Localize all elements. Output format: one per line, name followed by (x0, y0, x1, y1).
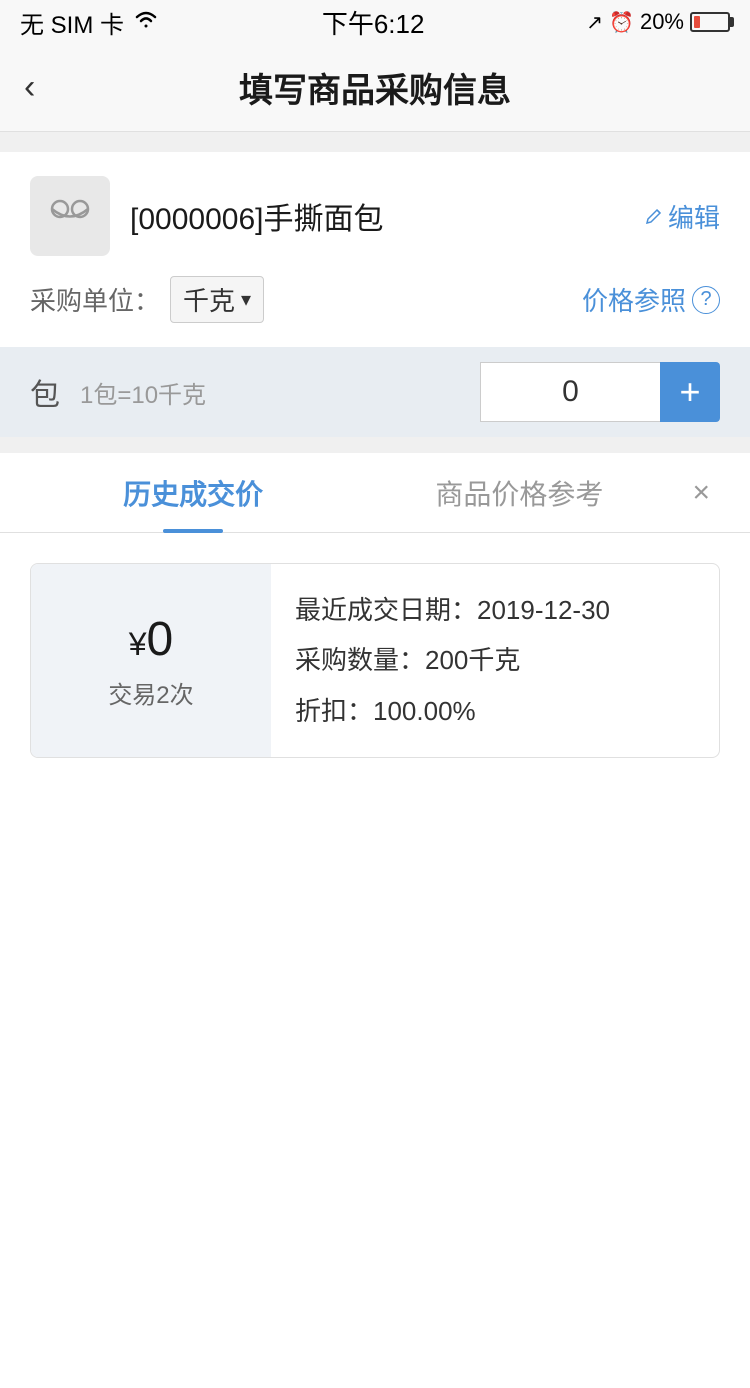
quantity-row: 包 1包=10千克 + (0, 347, 750, 437)
status-left: 无 SIM 卡 (20, 5, 160, 40)
signal-text: 无 SIM 卡 (20, 5, 124, 40)
unit-value: 千克 (183, 281, 235, 318)
discount-value: 100.00% (373, 696, 476, 726)
location-icon: ↗ (586, 10, 603, 35)
history-price: ¥0 (129, 612, 174, 667)
recent-date-label: 最近成交日期： (295, 595, 477, 625)
history-card: ¥0 交易2次 最近成交日期：2019-12-30 采购数量：200千克 折扣：… (30, 563, 720, 758)
tab-product-price-ref[interactable]: 商品价格参考 (356, 453, 682, 533)
edit-button[interactable]: 编辑 (644, 198, 720, 235)
price-ref-label: 价格参照 (582, 281, 686, 318)
tab-price-ref-label: 商品价格参考 (435, 473, 603, 513)
battery-percent: 20% (640, 9, 684, 35)
product-info-row: [0000006]手撕面包 (30, 176, 383, 256)
status-time: 下午6:12 (322, 4, 425, 41)
purchase-quantity-row: 采购数量：200千克 (295, 642, 695, 678)
price-symbol: ¥ (129, 626, 147, 662)
tab-close-button[interactable]: × (682, 476, 720, 510)
tab-content: ¥0 交易2次 最近成交日期：2019-12-30 采购数量：200千克 折扣：… (0, 533, 750, 788)
tab-panel: 历史成交价 商品价格参考 × ¥0 交易2次 最近成交日期：2019-12-30… (0, 453, 750, 788)
purchase-quantity-value: 200千克 (425, 645, 520, 675)
wifi-icon (132, 8, 160, 37)
price-value: 0 (147, 613, 174, 666)
unit-select[interactable]: 千克 ▾ (170, 276, 264, 323)
alarm-icon: ⏰ (609, 10, 634, 35)
page-rest (0, 788, 750, 1388)
quantity-unit-label: 包 (30, 370, 60, 414)
quantity-input-wrap: + (480, 362, 720, 422)
tab-history-price[interactable]: 历史成交价 (30, 453, 356, 533)
price-ref-button[interactable]: 价格参照 ? (582, 281, 720, 318)
status-right: ↗ ⏰ 20% (586, 9, 730, 35)
quantity-hint: 1包=10千克 (80, 375, 206, 410)
page-title: 填写商品采购信息 (239, 63, 511, 112)
product-header: [0000006]手撕面包 编辑 (30, 176, 720, 256)
product-name: [0000006]手撕面包 (130, 194, 383, 238)
history-trades: 交易2次 (108, 675, 193, 710)
history-left: ¥0 交易2次 (31, 564, 271, 757)
price-ref-help-icon: ? (692, 286, 720, 314)
battery-icon (690, 12, 730, 32)
quantity-plus-button[interactable]: + (660, 362, 720, 422)
tab-header: 历史成交价 商品价格参考 × (0, 453, 750, 533)
status-bar: 无 SIM 卡 下午6:12 ↗ ⏰ 20% (0, 0, 750, 44)
quantity-input[interactable] (480, 362, 660, 422)
recent-date-row: 最近成交日期：2019-12-30 (295, 592, 695, 628)
product-logo (40, 184, 100, 249)
discount-row: 折扣：100.00% (295, 693, 695, 729)
product-thumbnail (30, 176, 110, 256)
unit-row: 采购单位： 千克 ▾ 价格参照 ? (30, 276, 720, 323)
discount-label: 折扣： (295, 696, 373, 726)
purchase-quantity-label: 采购数量： (295, 645, 425, 675)
nav-bar: ‹ 填写商品采购信息 (0, 44, 750, 132)
back-button[interactable]: ‹ (24, 68, 35, 107)
tab-history-label: 历史成交价 (123, 473, 263, 513)
history-right: 最近成交日期：2019-12-30 采购数量：200千克 折扣：100.00% (271, 564, 719, 757)
product-card: [0000006]手撕面包 编辑 采购单位： 千克 ▾ 价格参照 ? (0, 152, 750, 347)
unit-dropdown-arrow: ▾ (241, 287, 251, 312)
recent-date-value: 2019-12-30 (477, 595, 610, 625)
unit-label: 采购单位： (30, 281, 160, 318)
